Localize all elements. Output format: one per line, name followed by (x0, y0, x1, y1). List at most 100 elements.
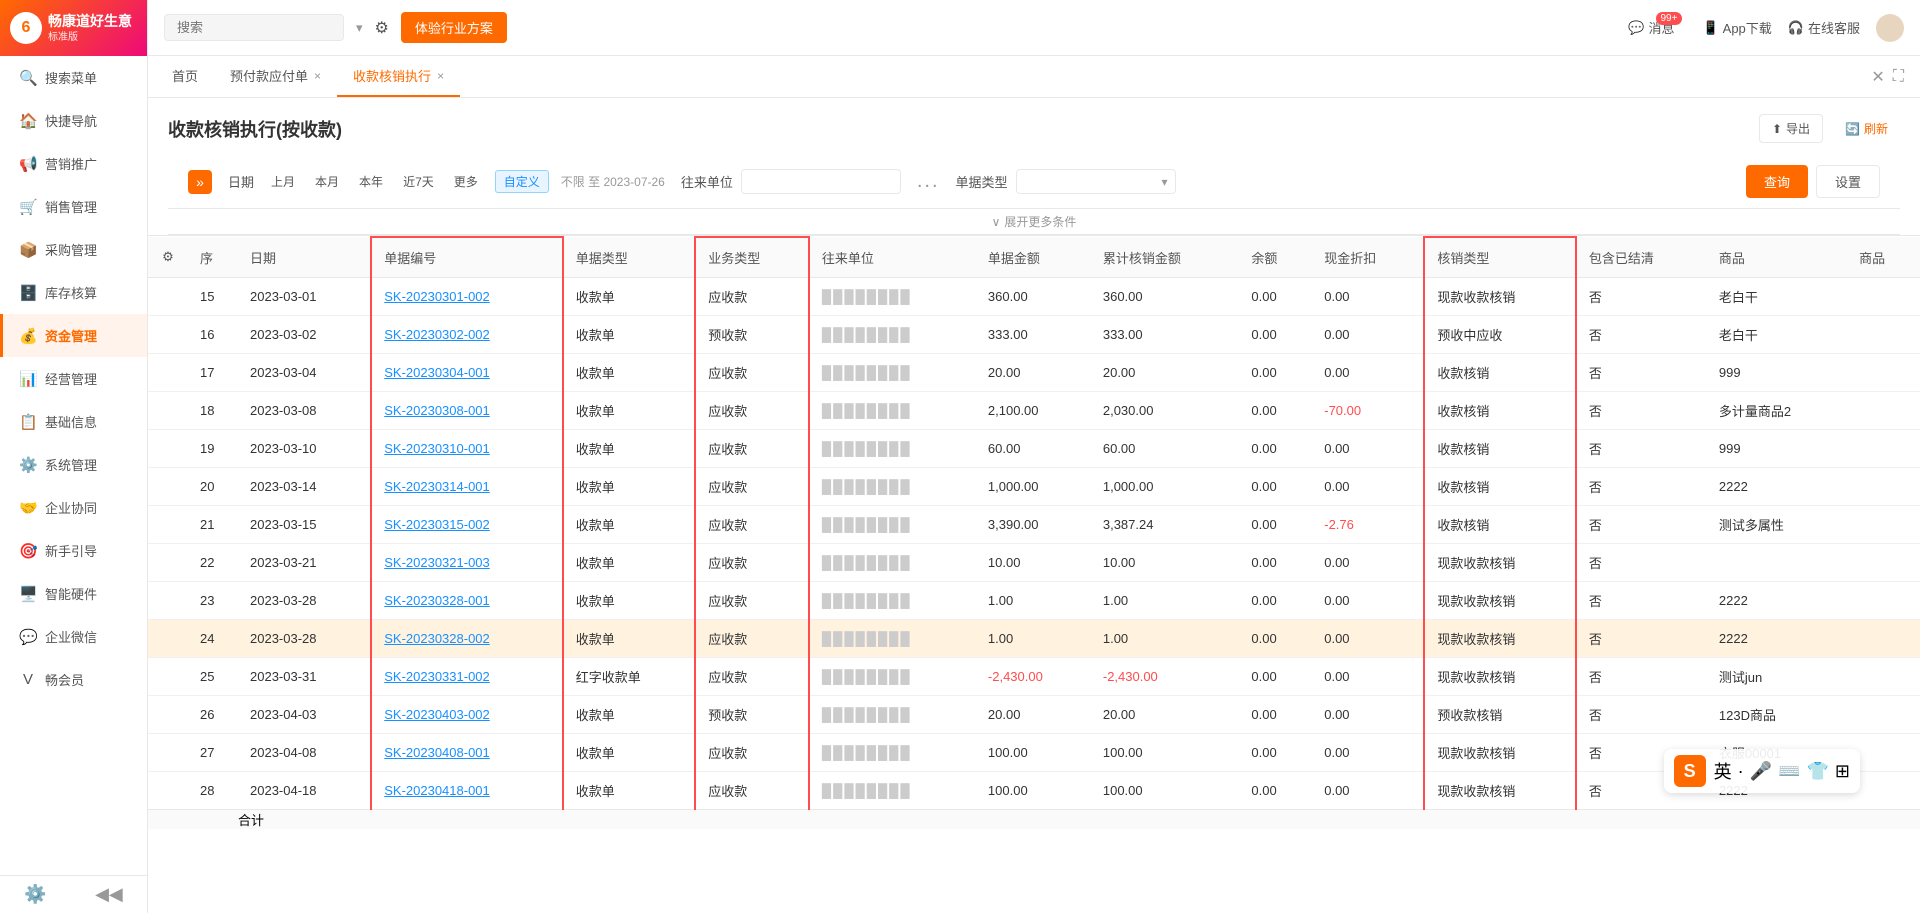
td-order-no[interactable]: SK-20230321-003 (371, 544, 563, 582)
date-7days[interactable]: 近7天 (394, 169, 443, 194)
app-download-btn[interactable]: 📱 App下载 (1702, 18, 1771, 37)
topbar-search-input[interactable] (164, 14, 344, 41)
td-goods2 (1847, 392, 1920, 430)
sidebar-item-corp[interactable]: 🤝 企业协同 (0, 486, 147, 529)
topbar-gear-icon[interactable]: ⚙ (375, 18, 389, 38)
td-no: 28 (188, 772, 238, 810)
tab-home-label: 首页 (172, 66, 198, 85)
sidebar-item-sales[interactable]: 🛒 销售管理 (0, 185, 147, 228)
tab-collection-close[interactable]: × (437, 69, 444, 83)
tab-prepay-close[interactable]: × (314, 69, 321, 83)
td-writeoff-amount: 3,387.24 (1091, 506, 1240, 544)
industry-btn[interactable]: 体验行业方案 (401, 12, 507, 43)
td-order-no[interactable]: SK-20230331-002 (371, 658, 563, 696)
topbar-dropdown-arrow[interactable]: ▾ (356, 20, 363, 36)
filter-expand-btn[interactable]: » (188, 170, 212, 194)
partner-input[interactable] (741, 169, 901, 194)
td-order-no[interactable]: SK-20230310-001 (371, 430, 563, 468)
td-partner: ████████ (809, 430, 976, 468)
sidebar-item-marketing[interactable]: 📢 营销推广 (0, 142, 147, 185)
export-btn[interactable]: ⬆ 导出 (1759, 114, 1823, 143)
sidebar-item-system[interactable]: ⚙️ 系统管理 (0, 443, 147, 486)
tab-prepay[interactable]: 预付款应付单 × (214, 56, 337, 97)
inventory-label: 库存核算 (45, 283, 97, 302)
td-goods (1707, 544, 1847, 582)
td-date: 2023-03-28 (238, 582, 371, 620)
s-icon-keyboard[interactable]: ⌨️ (1778, 761, 1800, 782)
td-biz-type: 应收款 (695, 772, 809, 810)
date-last-month[interactable]: 上月 (262, 169, 304, 194)
td-partner: ████████ (809, 544, 976, 582)
date-this-month[interactable]: 本月 (306, 169, 348, 194)
sidebar-item-wechat[interactable]: 💬 企业微信 (0, 615, 147, 658)
td-writeoff-amount: 1.00 (1091, 582, 1240, 620)
sidebar-item-search[interactable]: 🔍 搜索菜单 (0, 56, 147, 99)
s-icon-grid[interactable]: ⊞ (1835, 761, 1850, 782)
td-biz-type: 应收款 (695, 582, 809, 620)
td-order-no[interactable]: SK-20230301-002 (371, 278, 563, 316)
order-type-select[interactable] (1016, 169, 1176, 194)
sidebar-item-hardware[interactable]: 🖥️ 智能硬件 (0, 572, 147, 615)
td-order-no[interactable]: SK-20230328-001 (371, 582, 563, 620)
tab-collection[interactable]: 收款核销执行 × (337, 56, 460, 97)
td-partner: ████████ (809, 620, 976, 658)
table-row: 192023-03-10SK-20230310-001收款单应收款███████… (148, 430, 1920, 468)
td-no: 19 (188, 430, 238, 468)
s-icon-text[interactable]: 英 (1714, 758, 1732, 784)
search-label: 搜索菜单 (45, 68, 97, 87)
expand-more-btn[interactable]: ∨ 展开更多条件 (992, 213, 1077, 230)
query-btn[interactable]: 查询 (1746, 165, 1808, 198)
th-balance: 余额 (1239, 237, 1312, 278)
filter-more-dots[interactable]: ... (917, 170, 940, 193)
s-icon-mic[interactable]: 🎤 (1750, 761, 1772, 782)
operation-label: 经营管理 (45, 369, 97, 388)
date-custom-btn[interactable]: 自定义 (495, 170, 549, 193)
td-order-no[interactable]: SK-20230328-002 (371, 620, 563, 658)
date-more[interactable]: 更多 (445, 169, 487, 194)
sidebar-item-basic[interactable]: 📋 基础信息 (0, 400, 147, 443)
sidebar-item-shortcut[interactable]: 🏠 快捷导航 (0, 99, 147, 142)
expand-more-icon: ∨ (992, 215, 1001, 229)
sidebar-item-inventory[interactable]: 🗄️ 库存核算 (0, 271, 147, 314)
user-avatar[interactable] (1876, 14, 1904, 42)
tab-expand-icon[interactable]: ⛶ (1893, 68, 1904, 86)
td-order-no[interactable]: SK-20230308-001 (371, 392, 563, 430)
sidebar-item-purchase[interactable]: 📦 采购管理 (0, 228, 147, 271)
refresh-btn[interactable]: 🔄 刷新 (1833, 114, 1900, 143)
td-writeoff-amount: 1.00 (1091, 620, 1240, 658)
export-icon: ⬆ (1772, 122, 1782, 136)
td-checkbox (148, 620, 188, 658)
tab-home[interactable]: 首页 (156, 56, 214, 97)
td-order-no[interactable]: SK-20230403-002 (371, 696, 563, 734)
messages-badge: 99+ (1656, 12, 1683, 25)
td-include-settled: 否 (1576, 278, 1707, 316)
td-order-no[interactable]: SK-20230302-002 (371, 316, 563, 354)
settings-icon[interactable]: ⚙️ (24, 884, 46, 905)
td-order-no[interactable]: SK-20230314-001 (371, 468, 563, 506)
sidebar-item-member[interactable]: V 畅会员 (0, 658, 147, 701)
td-order-no[interactable]: SK-20230408-001 (371, 734, 563, 772)
td-cash-discount: 0.00 (1312, 696, 1424, 734)
td-order-no[interactable]: SK-20230418-001 (371, 772, 563, 810)
sidebar-item-finance[interactable]: 💰 资金管理 (0, 314, 147, 357)
filter-settings-btn[interactable]: 设置 (1816, 165, 1880, 198)
th-gear[interactable]: ⚙ (148, 237, 188, 278)
table-body: 152023-03-01SK-20230301-002收款单应收款███████… (148, 278, 1920, 810)
td-order-no[interactable]: SK-20230315-002 (371, 506, 563, 544)
td-order-no[interactable]: SK-20230304-001 (371, 354, 563, 392)
system-icon: ⚙️ (19, 456, 37, 474)
messages-btn[interactable]: 💬 消息 99+ (1628, 18, 1674, 37)
td-goods2 (1847, 468, 1920, 506)
date-this-year[interactable]: 本年 (350, 169, 392, 194)
collapse-icon[interactable]: ◀◀ (95, 884, 123, 905)
online-service-btn[interactable]: 🎧 在线客服 (1788, 18, 1860, 37)
table-row: 232023-03-28SK-20230328-001收款单应收款███████… (148, 582, 1920, 620)
td-balance: 0.00 (1239, 430, 1312, 468)
sidebar-item-operation[interactable]: 📊 经营管理 (0, 357, 147, 400)
td-include-settled: 否 (1576, 392, 1707, 430)
table-row: 282023-04-18SK-20230418-001收款单应收款███████… (148, 772, 1920, 810)
s-icon-shirt[interactable]: 👕 (1806, 761, 1828, 782)
sidebar-item-guide[interactable]: 🎯 新手引导 (0, 529, 147, 572)
tab-close-all-icon[interactable]: ✕ (1871, 67, 1884, 87)
td-balance: 0.00 (1239, 582, 1312, 620)
